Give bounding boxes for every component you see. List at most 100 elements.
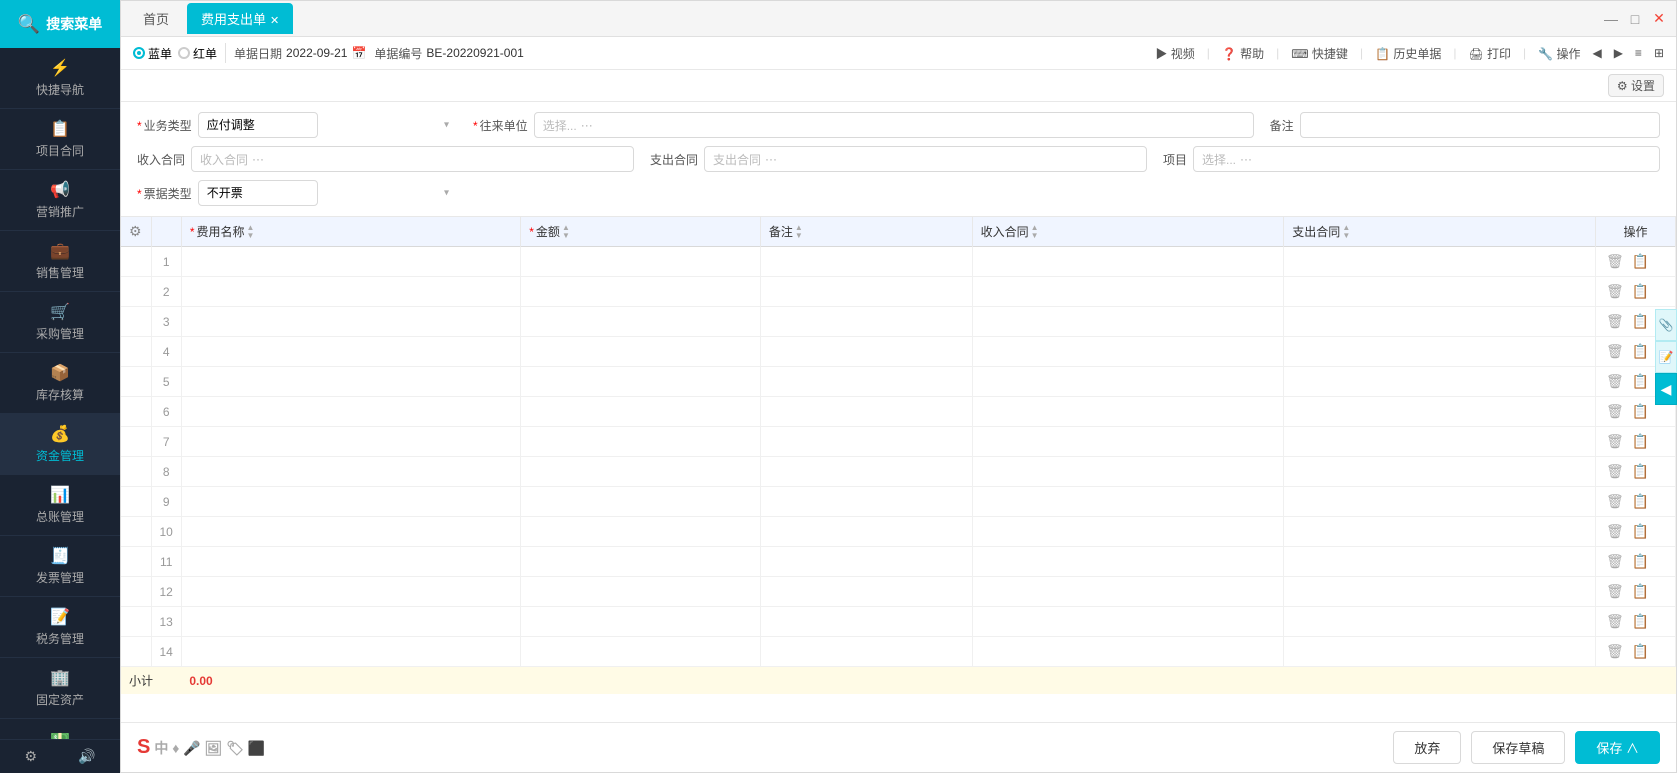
project-input[interactable]: 选择... ··· — [1193, 146, 1660, 172]
red-bill-radio[interactable]: 红单 — [178, 45, 217, 62]
th-expense-name[interactable]: *费用名称 ▲▼ — [181, 217, 520, 247]
remark-input[interactable] — [1300, 112, 1660, 138]
row-expense-contract-11[interactable] — [1284, 547, 1596, 577]
maximize-button[interactable]: □ — [1626, 10, 1644, 28]
row-delete-9[interactable]: 🗑 — [1604, 491, 1626, 512]
row-expense-name-10[interactable] — [181, 517, 520, 547]
row-checkbox-10[interactable] — [121, 517, 151, 547]
row-expense-name-8[interactable] — [181, 457, 520, 487]
row-remark-13[interactable] — [760, 607, 972, 637]
sidebar-item-capital-mgmt[interactable]: 💰 资金管理 — [0, 414, 120, 475]
sidebar-item-salary[interactable]: 💵 工资 — [0, 719, 120, 739]
row-copy-13[interactable]: 📋 — [1630, 611, 1651, 632]
row-remark-10[interactable] — [760, 517, 972, 547]
row-copy-11[interactable]: 📋 — [1630, 551, 1651, 572]
row-income-contract-12[interactable] — [972, 577, 1284, 607]
row-expense-name-14[interactable] — [181, 637, 520, 667]
row-remark-14[interactable] — [760, 637, 972, 667]
row-delete-6[interactable]: 🗑 — [1604, 401, 1626, 422]
shortcut-action[interactable]: ⌨ 快捷键 — [1291, 45, 1348, 62]
row-amount-5[interactable] — [521, 367, 761, 397]
row-checkbox-13[interactable] — [121, 607, 151, 637]
row-checkbox-9[interactable] — [121, 487, 151, 517]
row-expense-contract-13[interactable] — [1284, 607, 1596, 637]
row-delete-8[interactable]: 🗑 — [1604, 461, 1626, 482]
print-action[interactable]: 🖨 打印 — [1468, 45, 1511, 62]
row-checkbox-8[interactable] — [121, 457, 151, 487]
row-amount-13[interactable] — [521, 607, 761, 637]
row-expense-contract-3[interactable] — [1284, 307, 1596, 337]
tab-close-expense-bill[interactable]: ✕ — [270, 15, 279, 27]
row-expense-name-13[interactable] — [181, 607, 520, 637]
row-delete-11[interactable]: 🗑 — [1604, 551, 1626, 572]
row-delete-10[interactable]: 🗑 — [1604, 521, 1626, 542]
row-checkbox-3[interactable] — [121, 307, 151, 337]
expand-panel-btn[interactable]: ◀ — [1655, 373, 1677, 405]
comment-panel-btn[interactable]: 📝 — [1655, 341, 1677, 373]
business-type-select[interactable]: 应付调整 — [198, 112, 318, 138]
attach-panel-btn[interactable]: 📎 — [1655, 309, 1677, 341]
row-copy-7[interactable]: 📋 — [1630, 431, 1651, 452]
row-expense-contract-2[interactable] — [1284, 277, 1596, 307]
row-amount-2[interactable] — [521, 277, 761, 307]
row-checkbox-5[interactable] — [121, 367, 151, 397]
row-expense-name-1[interactable] — [181, 247, 520, 277]
row-income-contract-11[interactable] — [972, 547, 1284, 577]
sidebar-item-tax-mgmt[interactable]: 📝 税务管理 — [0, 597, 120, 658]
row-delete-5[interactable]: 🗑 — [1604, 371, 1626, 392]
th-income-contract[interactable]: 收入合同 ▲▼ — [972, 217, 1284, 247]
row-income-contract-9[interactable] — [972, 487, 1284, 517]
nav-next-btn[interactable]: ▶ — [1614, 46, 1623, 60]
row-remark-2[interactable] — [760, 277, 972, 307]
row-checkbox-1[interactable] — [121, 247, 151, 277]
row-amount-7[interactable] — [521, 427, 761, 457]
row-amount-6[interactable] — [521, 397, 761, 427]
sidebar-item-account-mgmt[interactable]: 📊 总账管理 — [0, 475, 120, 536]
row-remark-1[interactable] — [760, 247, 972, 277]
row-checkbox-12[interactable] — [121, 577, 151, 607]
row-amount-10[interactable] — [521, 517, 761, 547]
save-button[interactable]: 保存 ∧ — [1575, 731, 1660, 764]
row-income-contract-8[interactable] — [972, 457, 1284, 487]
row-expense-contract-5[interactable] — [1284, 367, 1596, 397]
row-remark-3[interactable] — [760, 307, 972, 337]
row-amount-11[interactable] — [521, 547, 761, 577]
row-amount-3[interactable] — [521, 307, 761, 337]
row-remark-8[interactable] — [760, 457, 972, 487]
th-settings[interactable]: ⚙ — [121, 217, 151, 247]
row-expense-name-4[interactable] — [181, 337, 520, 367]
row-amount-1[interactable] — [521, 247, 761, 277]
row-copy-12[interactable]: 📋 — [1630, 581, 1651, 602]
row-income-contract-1[interactable] — [972, 247, 1284, 277]
row-copy-10[interactable]: 📋 — [1630, 521, 1651, 542]
row-expense-contract-6[interactable] — [1284, 397, 1596, 427]
row-copy-4[interactable]: 📋 — [1630, 341, 1651, 362]
row-remark-11[interactable] — [760, 547, 972, 577]
row-checkbox-11[interactable] — [121, 547, 151, 577]
gear-icon[interactable]: ⚙ — [129, 223, 142, 239]
sidebar-header[interactable]: 🔍 搜索菜单 — [0, 0, 120, 48]
sidebar-item-stock-check[interactable]: 📦 库存核算 — [0, 353, 120, 414]
row-expense-contract-1[interactable] — [1284, 247, 1596, 277]
discard-button[interactable]: 放弃 — [1393, 731, 1461, 764]
row-expense-contract-4[interactable] — [1284, 337, 1596, 367]
settings-icon[interactable]: ⚙ — [25, 748, 38, 765]
close-button[interactable]: ✕ — [1650, 10, 1668, 28]
row-delete-7[interactable]: 🗑 — [1604, 431, 1626, 452]
row-checkbox-6[interactable] — [121, 397, 151, 427]
row-checkbox-14[interactable] — [121, 637, 151, 667]
minimize-button[interactable]: — — [1602, 10, 1620, 28]
row-copy-1[interactable]: 📋 — [1630, 251, 1651, 272]
row-income-contract-4[interactable] — [972, 337, 1284, 367]
row-expense-contract-7[interactable] — [1284, 427, 1596, 457]
blue-bill-radio[interactable]: 蓝单 — [133, 45, 172, 62]
row-expense-name-3[interactable] — [181, 307, 520, 337]
nav-prev-btn[interactable]: ◀ — [1592, 46, 1601, 60]
row-remark-6[interactable] — [760, 397, 972, 427]
row-delete-14[interactable]: 🗑 — [1604, 641, 1626, 662]
row-remark-5[interactable] — [760, 367, 972, 397]
th-amount[interactable]: *金额 ▲▼ — [521, 217, 761, 247]
row-delete-2[interactable]: 🗑 — [1604, 281, 1626, 302]
row-checkbox-7[interactable] — [121, 427, 151, 457]
row-expense-contract-8[interactable] — [1284, 457, 1596, 487]
